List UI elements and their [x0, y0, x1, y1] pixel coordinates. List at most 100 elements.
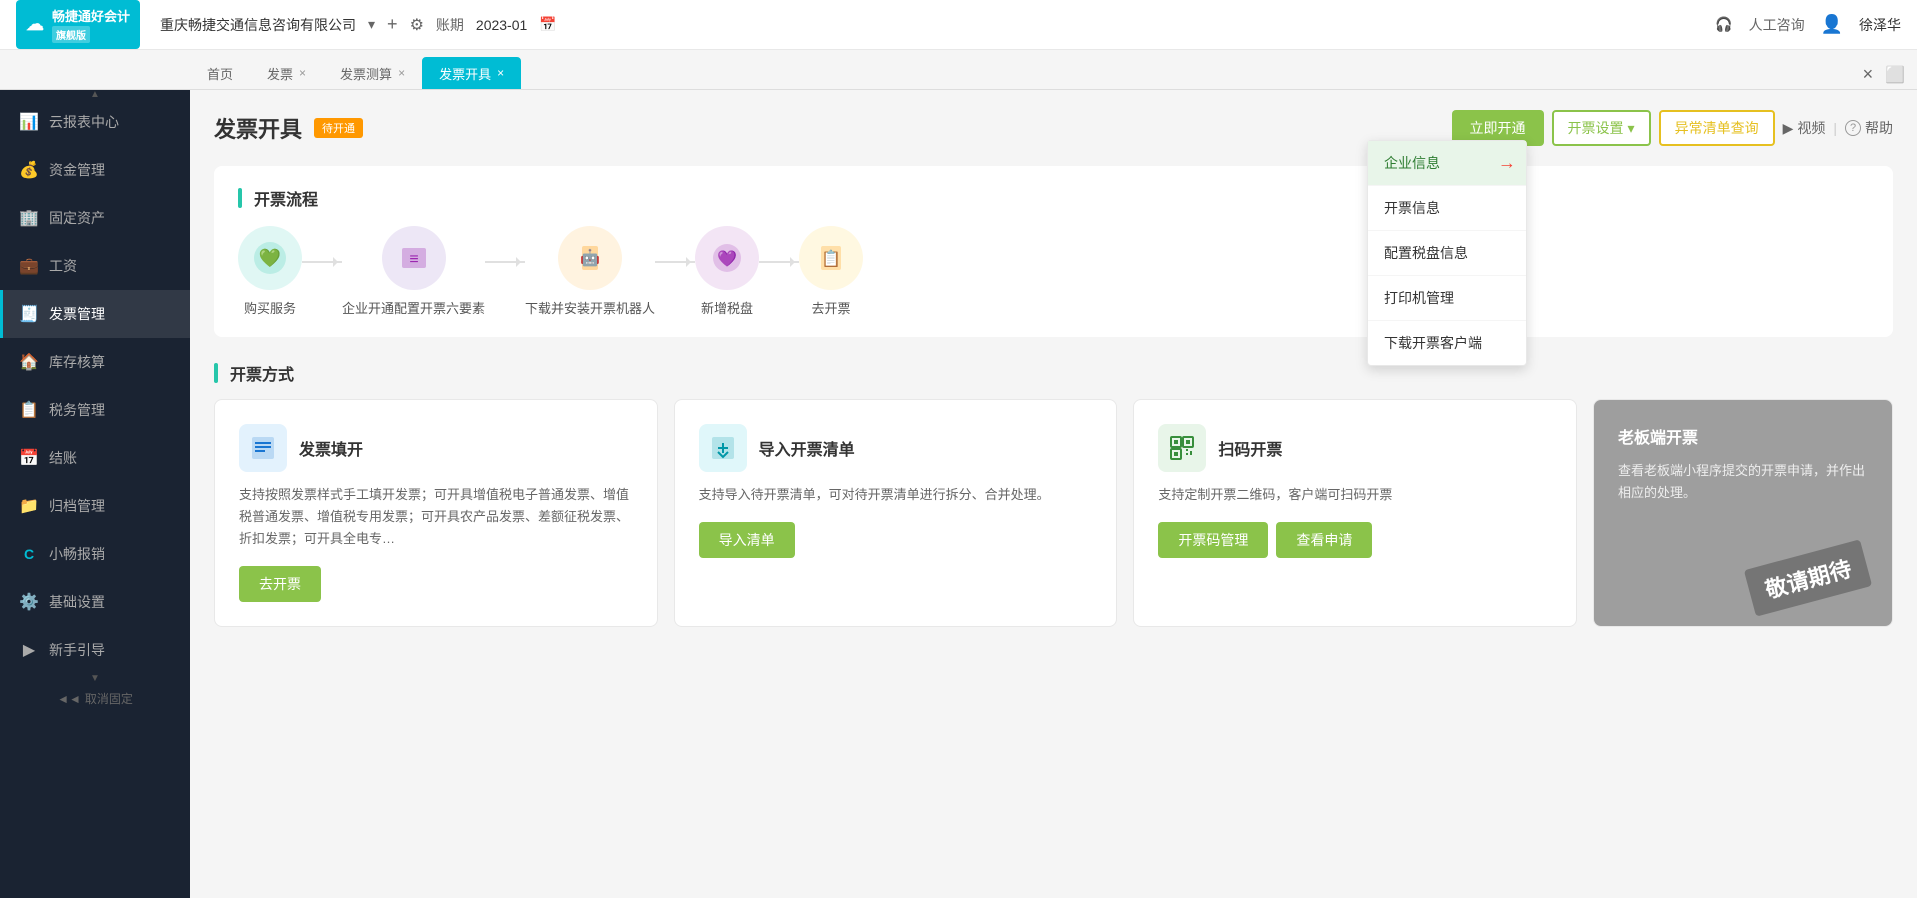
step-2-label: 企业开通配置开票六要素 [342, 298, 485, 317]
user-name[interactable]: 徐泽华 [1859, 15, 1901, 35]
method-scan-btn2[interactable]: 查看申请 [1276, 522, 1372, 558]
flow-step-2: ≡ 企业开通配置开票六要素 [342, 226, 485, 317]
flow-step-1: 💚 购买服务 [238, 226, 302, 317]
video-label[interactable]: 视频 [1797, 118, 1825, 138]
step-5-icon: 📋 [799, 226, 863, 290]
tab-invoice-close[interactable]: × [299, 66, 306, 80]
sidebar-item-assets[interactable]: 🏢 固定资产 [0, 194, 190, 242]
sidebar-item-salary[interactable]: 💼 工资 [0, 242, 190, 290]
methods-accent-bar [214, 363, 218, 383]
sidebar-item-invoice-label: 发票管理 [49, 304, 105, 324]
sidebar-item-tax-label: 税务管理 [49, 400, 105, 420]
sidebar-item-archive-label: 归档管理 [49, 496, 105, 516]
method-scan-icon [1158, 424, 1206, 472]
svg-text:📋: 📋 [821, 249, 841, 268]
flow-step-4: 💜 新增税盘 [695, 226, 759, 317]
method-import-header: 导入开票清单 [699, 424, 1093, 472]
video-help-area: ▶ 视频 | ? 帮助 [1783, 118, 1893, 138]
dropdown-item-company[interactable]: 企业信息 → [1368, 141, 1526, 186]
method-import-btn[interactable]: 导入清单 [699, 522, 795, 558]
tab-bar: 首页 发票 × 发票测算 × 发票开具 × × ⬜ [0, 50, 1917, 90]
method-scan-title: 扫码开票 [1218, 436, 1282, 460]
consult-label[interactable]: 人工咨询 [1749, 15, 1805, 35]
exception-button[interactable]: 异常清单查询 [1659, 110, 1775, 146]
unpin-button[interactable]: ◄◄ 取消固定 [0, 682, 190, 715]
dropdown-item-invoice-info[interactable]: 开票信息 [1368, 186, 1526, 231]
settings-icon[interactable]: ⚙ [410, 15, 424, 35]
dropdown-item-printer[interactable]: 打印机管理 [1368, 276, 1526, 321]
sidebar-item-guide[interactable]: ▶ 新手引导 [0, 626, 190, 674]
method-scan-btn1[interactable]: 开票码管理 [1158, 522, 1268, 558]
company-dropdown-icon[interactable]: ▾ [368, 16, 375, 33]
calendar-icon[interactable]: 📅 [539, 16, 556, 33]
dropdown-tax-config-label: 配置税盘信息 [1384, 245, 1468, 261]
method-card-scan: 扫码开票 支持定制开票二维码，客户端可扫码开票 开票码管理 查看申请 [1133, 399, 1577, 627]
tab-invoice-open-close[interactable]: × [497, 66, 504, 80]
play-icon[interactable]: ▶ [1783, 120, 1794, 137]
tax-icon: 📋 [19, 400, 39, 420]
page-header: 发票开具 待开通 立即开通 开票设置 ▾ 异常清单查询 ▶ 视频 | ? 帮助 [214, 110, 1893, 146]
dropdown-item-tax-config[interactable]: 配置税盘信息 [1368, 231, 1526, 276]
sidebar-item-settings[interactable]: ⚙️ 基础设置 [0, 578, 190, 626]
inventory-icon: 🏠 [19, 352, 39, 372]
step-4-icon: 💜 [695, 226, 759, 290]
sidebar-item-cloud-report[interactable]: 📊 云报表中心 [0, 98, 190, 146]
tab-invoice-open-label: 发票开具 [439, 64, 491, 83]
sidebar-item-settlement[interactable]: 📅 结账 [0, 434, 190, 482]
sidebar-item-invoice[interactable]: 🧾 发票管理 [0, 290, 190, 338]
help-label[interactable]: 帮助 [1865, 118, 1893, 138]
top-bar: ☁ 畅捷通好会计 旗舰版 重庆畅捷交通信息咨询有限公司 ▾ + ⚙ 账期 202… [0, 0, 1917, 50]
sidebar-item-inventory[interactable]: 🏠 库存核算 [0, 338, 190, 386]
tab-invoice[interactable]: 发票 × [250, 57, 323, 89]
step-5-label: 去开票 [812, 298, 851, 317]
sidebar-scroll-down[interactable]: ▼ [0, 674, 190, 682]
method-fill-header: 发票填开 [239, 424, 633, 472]
flow-step-5: 📋 去开票 [799, 226, 863, 317]
step-2-icon: ≡ [382, 226, 446, 290]
tab-home-label: 首页 [207, 64, 233, 83]
method-scan-buttons: 开票码管理 查看申请 [1158, 522, 1552, 558]
method-scan-desc: 支持定制开票二维码，客户端可扫码开票 [1158, 484, 1552, 506]
settings-button[interactable]: 开票设置 ▾ [1552, 110, 1651, 146]
method-card-boss: 老板端开票 查看老板端小程序提交的开票申请，并作出相应的处理。 敬请期待 [1593, 399, 1893, 627]
method-fill-btn[interactable]: 去开票 [239, 566, 321, 602]
page-title-area: 发票开具 待开通 [214, 112, 363, 144]
sidebar-item-archive[interactable]: 📁 归档管理 [0, 482, 190, 530]
method-import-desc: 支持导入待开票清单，可对待开票清单进行拆分、合并处理。 [699, 484, 1093, 506]
sidebar-item-funds[interactable]: 💰 资金管理 [0, 146, 190, 194]
tab-invoice-calc-close[interactable]: × [398, 66, 405, 80]
dropdown-printer-label: 打印机管理 [1384, 290, 1454, 306]
settings-sidebar-icon: ⚙️ [19, 592, 39, 612]
sidebar-item-funds-label: 资金管理 [49, 160, 105, 180]
sidebar-item-expense[interactable]: C 小畅报销 [0, 530, 190, 578]
tab-invoice-calc[interactable]: 发票测算 × [323, 57, 422, 89]
dropdown-download-client-label: 下载开票客户端 [1384, 335, 1482, 351]
invoice-icon: 🧾 [19, 304, 39, 324]
page-title: 发票开具 [214, 112, 302, 144]
method-boss-header: 老板端开票 [1618, 424, 1868, 448]
method-import-title: 导入开票清单 [759, 436, 855, 460]
sidebar-scroll-up[interactable]: ▲ [0, 90, 190, 98]
dropdown-item-download-client[interactable]: 下载开票客户端 [1368, 321, 1526, 365]
step-1-label: 购买服务 [244, 298, 296, 317]
method-card-import: 导入开票清单 支持导入待开票清单，可对待开票清单进行拆分、合并处理。 导入清单 [674, 399, 1118, 627]
add-button[interactable]: + [387, 14, 398, 35]
sidebar-item-cloud-report-label: 云报表中心 [49, 112, 119, 132]
tab-invoice-open[interactable]: 发票开具 × [422, 57, 521, 89]
salary-icon: 💼 [19, 256, 39, 276]
sidebar-item-tax[interactable]: 📋 税务管理 [0, 386, 190, 434]
window-maximize-icon[interactable]: ⬜ [1881, 61, 1909, 89]
step-3-label: 下载并安装开票机器人 [525, 298, 655, 317]
window-close-icon[interactable]: × [1859, 60, 1878, 89]
step-3-icon: 🤖 [558, 226, 622, 290]
svg-text:💜: 💜 [717, 250, 737, 268]
settings-chevron-icon: ▾ [1628, 120, 1635, 137]
dropdown-invoice-info-label: 开票信息 [1384, 200, 1440, 216]
funds-icon: 💰 [19, 160, 39, 180]
flow-arrow-3 [655, 261, 695, 263]
tab-home[interactable]: 首页 [190, 57, 250, 89]
method-fill-title: 发票填开 [299, 436, 363, 460]
method-card-fill: 发票填开 支持按照发票样式手工填开发票；可开具增值税电子普通发票、增值税普通发票… [214, 399, 658, 627]
flow-section-title: 开票流程 [254, 186, 318, 210]
assets-icon: 🏢 [19, 208, 39, 228]
